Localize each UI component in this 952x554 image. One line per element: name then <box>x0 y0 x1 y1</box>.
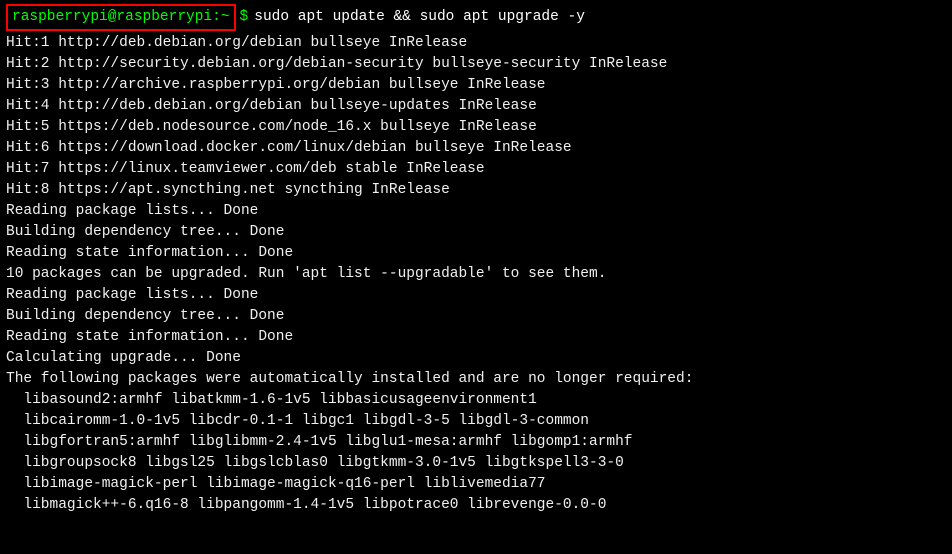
terminal: raspberrypi@raspberrypi:~ $ sudo apt upd… <box>0 0 952 554</box>
prompt-user: raspberrypi@raspberrypi:~ <box>12 9 230 25</box>
output-line: Building dependency tree... Done <box>6 222 946 243</box>
output-line: libasound2:armhf libatkmm-1.6-1v5 libbas… <box>6 390 946 411</box>
output-container: Hit:1 http://deb.debian.org/debian bulls… <box>6 33 946 516</box>
output-line: libgroupsock8 libgsl25 libgslcblas0 libg… <box>6 453 946 474</box>
output-line: 10 packages can be upgraded. Run 'apt li… <box>6 264 946 285</box>
output-line: Hit:2 http://security.debian.org/debian-… <box>6 54 946 75</box>
output-line: libcairomm-1.0-1v5 libcdr-0.1-1 libgc1 l… <box>6 411 946 432</box>
output-line: Hit:1 http://deb.debian.org/debian bulls… <box>6 33 946 54</box>
output-line: The following packages were automaticall… <box>6 369 946 390</box>
output-line: Hit:7 https://linux.teamviewer.com/deb s… <box>6 159 946 180</box>
output-line: Reading package lists... Done <box>6 285 946 306</box>
output-line: libgfortran5:armhf libglibmm-2.4-1v5 lib… <box>6 432 946 453</box>
output-line: libmagick++-6.q16-8 libpangomm-1.4-1v5 l… <box>6 495 946 516</box>
prompt-line: raspberrypi@raspberrypi:~ $ sudo apt upd… <box>6 4 946 31</box>
prompt-box: raspberrypi@raspberrypi:~ <box>6 4 236 31</box>
output-line: Building dependency tree... Done <box>6 306 946 327</box>
output-line: Hit:4 http://deb.debian.org/debian bulls… <box>6 96 946 117</box>
output-line: libimage-magick-perl libimage-magick-q16… <box>6 474 946 495</box>
output-line: Hit:8 https://apt.syncthing.net syncthin… <box>6 180 946 201</box>
prompt-dollar: $ <box>240 7 249 28</box>
output-line: Reading state information... Done <box>6 327 946 348</box>
output-line: Hit:3 http://archive.raspberrypi.org/deb… <box>6 75 946 96</box>
prompt-command: sudo apt update && sudo apt upgrade -y <box>254 7 585 28</box>
output-line: Hit:6 https://download.docker.com/linux/… <box>6 138 946 159</box>
output-line: Reading state information... Done <box>6 243 946 264</box>
output-line: Calculating upgrade... Done <box>6 348 946 369</box>
output-line: Reading package lists... Done <box>6 201 946 222</box>
output-line: Hit:5 https://deb.nodesource.com/node_16… <box>6 117 946 138</box>
